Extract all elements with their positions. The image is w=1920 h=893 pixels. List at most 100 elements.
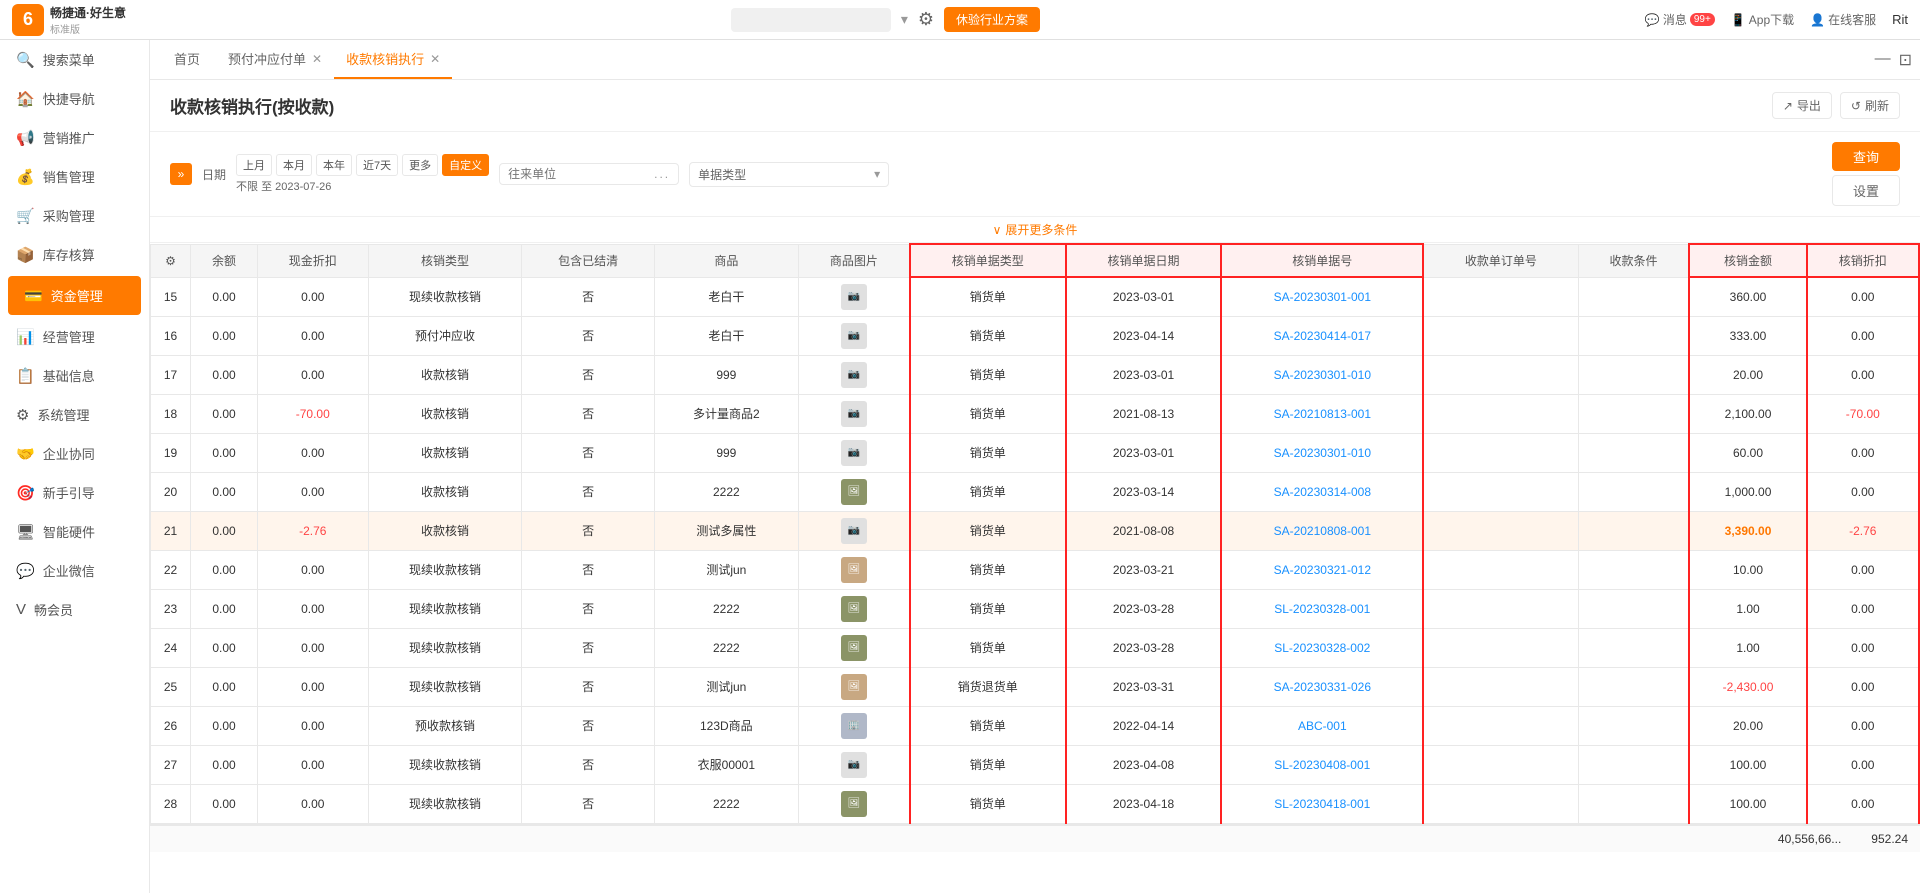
expand-icon[interactable]: ⊡ <box>1899 50 1912 70</box>
cell-cancel-bill-no[interactable]: SL-20230328-001 <box>1221 589 1423 628</box>
export-button[interactable]: ↗ 导出 <box>1772 92 1832 119</box>
cell-goods-img: 🖼 <box>798 628 909 667</box>
sidebar-item-库存核算[interactable]: 📦库存核算 <box>0 235 149 274</box>
cell-cancel-bill-no[interactable]: SA-20230301-001 <box>1221 277 1423 316</box>
partner-input[interactable] <box>508 167 654 181</box>
cell-cancel-discount: 0.00 <box>1807 550 1919 589</box>
minimize-icon[interactable]: — <box>1875 50 1891 70</box>
cell-cancel-amount: 3,390.00 <box>1689 511 1806 550</box>
settings-gear-icon[interactable]: ⚙ <box>918 9 934 30</box>
cell-cancel-bill-no[interactable]: ABC-001 <box>1221 706 1423 745</box>
cell-cancel-bill-no[interactable]: SA-20230321-012 <box>1221 550 1423 589</box>
bill-no-link[interactable]: ABC-001 <box>1298 719 1347 733</box>
data-table: ⚙ 余额 现金折扣 核销类型 包含已结清 商品 商品图片 核销单据类型 核销单据… <box>150 243 1920 824</box>
cell-cancel-bill-no[interactable]: SA-20210813-001 <box>1221 394 1423 433</box>
refresh-button[interactable]: ↺ 刷新 <box>1840 92 1900 119</box>
cell-row-id: 28 <box>151 784 191 823</box>
app-name: 畅捷通·好生意 <box>50 4 126 21</box>
bill-no-link[interactable]: SL-20230408-001 <box>1274 758 1370 772</box>
bill-no-link[interactable]: SL-20230328-002 <box>1274 641 1370 655</box>
sidebar-item-企业协同[interactable]: 🤝企业协同 <box>0 434 149 473</box>
sidebar-item-基础信息[interactable]: 📋基础信息 <box>0 356 149 395</box>
receipt-type-dropdown-icon[interactable]: ▾ <box>874 167 880 181</box>
cell-receipt-order-no <box>1423 706 1578 745</box>
cell-cancel-bill-no[interactable]: SA-20230414-017 <box>1221 316 1423 355</box>
bill-no-link[interactable]: SA-20230414-017 <box>1274 329 1371 343</box>
cell-row-id: 26 <box>151 706 191 745</box>
cell-cancel-bill-no[interactable]: SL-20230408-001 <box>1221 745 1423 784</box>
cell-cancel-bill-no[interactable]: SA-20230301-010 <box>1221 433 1423 472</box>
sidebar-item-智能硬件[interactable]: 🖥智能硬件 <box>0 512 149 551</box>
table-row: 26 0.00 0.00 预收款核销 否 123D商品 🏢 销货单 2022-0… <box>151 706 1920 745</box>
cell-cancel-bill-date: 2023-03-01 <box>1066 355 1222 394</box>
bill-no-link[interactable]: SA-20230314-008 <box>1274 485 1371 499</box>
bill-no-link[interactable]: SA-20230301-010 <box>1274 368 1371 382</box>
settings-button[interactable]: 设置 <box>1832 175 1900 206</box>
messages-action[interactable]: 💬 消息 99+ <box>1645 11 1715 28</box>
sidebar-item-营销推广[interactable]: 📢营销推广 <box>0 118 149 157</box>
tab-prepayment-close[interactable]: ✕ <box>312 52 322 66</box>
date-btn-this-month[interactable]: 本月 <box>276 154 312 176</box>
cell-cancel-bill-no[interactable]: SA-20230331-026 <box>1221 667 1423 706</box>
sidebar-item-label: 资金管理 <box>51 286 103 305</box>
cell-cancel-bill-no[interactable]: SA-20230301-010 <box>1221 355 1423 394</box>
sidebar-item-资金管理[interactable]: 💳资金管理 <box>8 276 141 315</box>
sidebar-item-搜索菜单[interactable]: 🔍搜索菜单 <box>0 40 149 79</box>
date-btn-this-year[interactable]: 本年 <box>316 154 352 176</box>
sidebar-item-采购管理[interactable]: 🛒采购管理 <box>0 196 149 235</box>
bill-no-link[interactable]: SA-20230321-012 <box>1274 563 1371 577</box>
tab-collection[interactable]: 收款核销执行 ✕ <box>334 40 452 79</box>
cell-cancel-bill-no[interactable]: SL-20230418-001 <box>1221 784 1423 823</box>
sidebar-item-企业微信[interactable]: 💬企业微信 <box>0 551 149 590</box>
sidebar-item-畅会员[interactable]: V畅会员 <box>0 590 149 629</box>
online-service-action[interactable]: 👤 在线客服 <box>1810 11 1876 28</box>
sidebar-item-系统管理[interactable]: ⚙系统管理 <box>0 395 149 434</box>
tab-collection-close[interactable]: ✕ <box>430 52 440 66</box>
sidebar-item-销售管理[interactable]: 💰销售管理 <box>0 157 149 196</box>
bill-no-link[interactable]: SA-20230331-026 <box>1274 680 1371 694</box>
col-header-cancel-bill-type: 核销单据类型 <box>910 244 1066 277</box>
tab-bar: 首页 预付冲应付单 ✕ 收款核销执行 ✕ — ⊡ <box>150 40 1920 80</box>
tab-prepayment[interactable]: 预付冲应付单 ✕ <box>216 40 334 79</box>
partner-dots: ... <box>654 167 670 181</box>
expand-more-btn[interactable]: ∨ 展开更多条件 <box>993 221 1078 238</box>
cell-row-id: 27 <box>151 745 191 784</box>
solution-button[interactable]: 休验行业方案 <box>944 7 1040 32</box>
bill-no-link[interactable]: SA-20210808-001 <box>1274 524 1371 538</box>
bill-no-link[interactable]: SL-20230328-001 <box>1274 602 1370 616</box>
partner-filter-wrap[interactable]: ... <box>499 163 679 185</box>
bill-no-link[interactable]: SA-20230301-010 <box>1274 446 1371 460</box>
date-btn-more[interactable]: 更多 <box>402 154 438 176</box>
sidebar-item-快捷导航[interactable]: 🏠快捷导航 <box>0 79 149 118</box>
sidebar-item-新手引导[interactable]: 🎯新手引导 <box>0 473 149 512</box>
cell-cancel-bill-no[interactable]: SA-20210808-001 <box>1221 511 1423 550</box>
cell-receipt-condition <box>1578 550 1689 589</box>
cell-cancel-amount: 20.00 <box>1689 706 1806 745</box>
cell-include-settled: 否 <box>522 628 654 667</box>
table-row: 16 0.00 0.00 预付冲应收 否 老白干 📷 销货单 2023-04-1… <box>151 316 1920 355</box>
dropdown-icon[interactable]: ▾ <box>901 11 908 28</box>
date-btn-7days[interactable]: 近7天 <box>356 154 398 176</box>
cell-cancel-bill-no[interactable]: SL-20230328-002 <box>1221 628 1423 667</box>
date-btn-last-month[interactable]: 上月 <box>236 154 272 176</box>
receipt-type-filter-wrap[interactable]: 单据类型 ▾ <box>689 162 889 187</box>
date-btn-custom[interactable]: 自定义 <box>442 154 489 176</box>
cell-cancel-bill-date: 2022-04-14 <box>1066 706 1222 745</box>
filter-expand-icon[interactable]: » <box>170 163 192 185</box>
app-download-action[interactable]: 📱 App下载 <box>1731 11 1794 28</box>
sidebar-item-经营管理[interactable]: 📊经营管理 <box>0 317 149 356</box>
tab-home[interactable]: 首页 <box>158 40 216 79</box>
table-row: 23 0.00 0.00 现续收款核销 否 2222 🖼 销货单 2023-03… <box>151 589 1920 628</box>
cell-cancel-bill-no[interactable]: SA-20230314-008 <box>1221 472 1423 511</box>
bill-no-link[interactable]: SL-20230418-001 <box>1274 797 1370 811</box>
search-bar[interactable] <box>731 8 891 32</box>
sidebar-item-label: 新手引导 <box>43 483 95 502</box>
cell-cancel-bill-date: 2023-03-14 <box>1066 472 1222 511</box>
query-button[interactable]: 查询 <box>1832 142 1900 171</box>
cell-receipt-order-no <box>1423 433 1578 472</box>
cell-cancel-type: 现续收款核销 <box>368 550 522 589</box>
cell-cancel-bill-type: 销货单 <box>910 316 1066 355</box>
bill-no-link[interactable]: SA-20230301-001 <box>1274 290 1371 304</box>
col-header-cancel-bill-date: 核销单据日期 <box>1066 244 1222 277</box>
bill-no-link[interactable]: SA-20210813-001 <box>1274 407 1371 421</box>
